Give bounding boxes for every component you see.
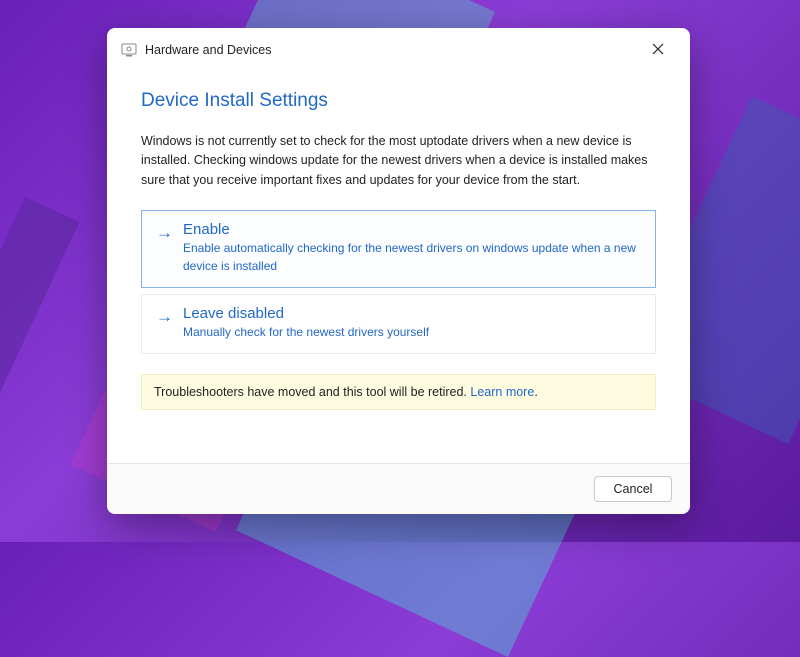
dialog-footer: Cancel: [107, 463, 690, 514]
option-enable[interactable]: → Enable Enable automatically checking f…: [141, 210, 656, 288]
dialog-content: Device Install Settings Windows is not c…: [107, 72, 690, 463]
close-icon: [652, 42, 664, 58]
option-description: Enable automatically checking for the ne…: [183, 240, 641, 275]
retirement-notice: Troubleshooters have moved and this tool…: [141, 374, 656, 410]
option-body: Leave disabled Manually check for the ne…: [183, 305, 641, 341]
troubleshooter-dialog: Hardware and Devices Device Install Sett…: [107, 28, 690, 514]
option-title: Enable: [183, 221, 641, 238]
titlebar: Hardware and Devices: [107, 28, 690, 72]
page-description: Windows is not currently set to check fo…: [141, 132, 656, 190]
close-button[interactable]: [640, 35, 676, 65]
option-description: Manually check for the newest drivers yo…: [183, 324, 641, 341]
arrow-right-icon: →: [156, 307, 173, 327]
device-icon: [121, 42, 137, 58]
window-title: Hardware and Devices: [145, 43, 271, 57]
page-title: Device Install Settings: [141, 90, 656, 112]
option-body: Enable Enable automatically checking for…: [183, 221, 641, 275]
notice-text: Troubleshooters have moved and this tool…: [154, 385, 470, 399]
cancel-button[interactable]: Cancel: [594, 476, 672, 502]
notice-suffix: .: [534, 385, 537, 399]
option-leave-disabled[interactable]: → Leave disabled Manually check for the …: [141, 294, 656, 354]
option-title: Leave disabled: [183, 305, 641, 322]
learn-more-link[interactable]: Learn more: [470, 385, 534, 399]
arrow-right-icon: →: [156, 223, 173, 243]
